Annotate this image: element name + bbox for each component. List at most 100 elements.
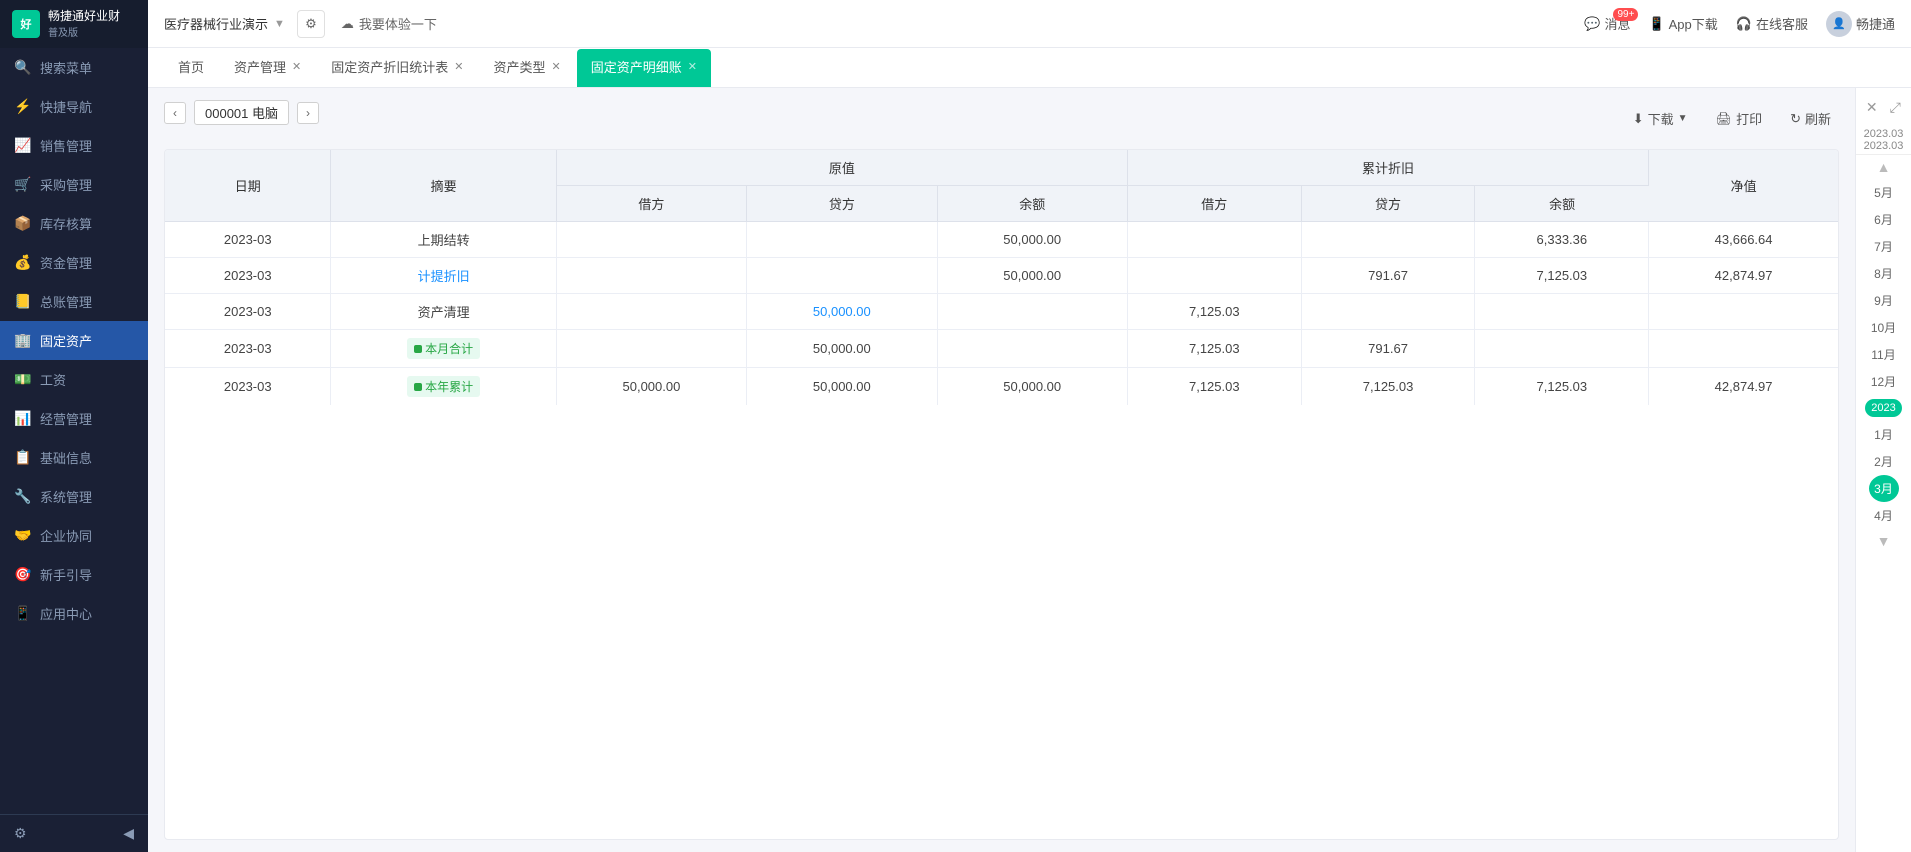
print-icon: 🖨 <box>1716 111 1733 127</box>
company-selector[interactable]: 医疗器械行业演示 ▼ <box>164 14 285 33</box>
cell-summary[interactable]: 计提折旧 <box>331 258 556 294</box>
sidebar-footer: ⚙ ◀ <box>0 814 148 852</box>
cell-acc-balance <box>1475 294 1649 330</box>
cell-orig-debit: 50,000.00 <box>556 368 746 406</box>
close-icon[interactable]: ✕ <box>688 60 697 73</box>
gear-icon: ⚙ <box>305 16 317 32</box>
message-button[interactable]: 💬 消息 99+ <box>1584 14 1630 33</box>
month-5[interactable]: 5月 <box>1856 179 1911 206</box>
sidebar-item-sales[interactable]: 📈 销售管理 <box>0 126 148 165</box>
cell-orig-credit: 50,000.00 <box>747 330 937 368</box>
operations-icon: 📊 <box>14 410 32 427</box>
month-11[interactable]: 11月 <box>1856 341 1911 368</box>
cell-net-value <box>1649 294 1838 330</box>
sidebar-item-system[interactable]: 🔧 系统管理 <box>0 477 148 516</box>
system-icon: 🔧 <box>14 488 32 505</box>
tab-home-label: 首页 <box>178 57 204 76</box>
collapse-icon[interactable]: ◀ <box>123 825 134 842</box>
sidebar-item-operations[interactable]: 📊 经营管理 <box>0 399 148 438</box>
month-10[interactable]: 10月 <box>1856 314 1911 341</box>
month-4[interactable]: 4月 <box>1856 502 1911 529</box>
refresh-button[interactable]: ↻ 刷新 <box>1782 105 1839 132</box>
toolbar: ⬇ 下载 ▼ 🖨 打印 ↻ 刷新 <box>1625 105 1839 132</box>
tab-label: 资产管理 <box>234 57 286 76</box>
month-2[interactable]: 2月 <box>1856 448 1911 475</box>
yearly-total-badge: 本年累计 <box>407 376 480 397</box>
close-icon[interactable]: ✕ <box>454 60 463 73</box>
cell-acc-credit: 7,125.03 <box>1301 368 1475 406</box>
download-button[interactable]: ⬇ 下载 ▼ <box>1625 105 1696 132</box>
cell-net-value <box>1649 330 1838 368</box>
sidebar-item-cooperation[interactable]: 🤝 企业协同 <box>0 516 148 555</box>
down-arrow-button[interactable]: ▼ <box>1877 529 1891 553</box>
payroll-icon: 💵 <box>14 371 32 388</box>
cell-acc-balance <box>1475 330 1649 368</box>
tab-label: 固定资产明细账 <box>591 57 682 76</box>
prev-asset-button[interactable]: ‹ <box>164 102 186 124</box>
month-1[interactable]: 1月 <box>1856 421 1911 448</box>
th-orig-balance: 余额 <box>937 186 1127 222</box>
sidebar-search-label: 搜索菜单 <box>40 58 92 77</box>
service-button[interactable]: 🎧 在线客服 <box>1736 14 1808 33</box>
sidebar-item-basic-info[interactable]: 📋 基础信息 <box>0 438 148 477</box>
sidebar-item-app-center[interactable]: 📱 应用中心 <box>0 594 148 633</box>
chevron-down-icon: ▼ <box>274 18 285 30</box>
tab-asset-detail[interactable]: 固定资产明细账 ✕ <box>577 49 711 87</box>
cell-date: 2023-03 <box>165 368 331 406</box>
close-icon[interactable]: ✕ <box>552 60 561 73</box>
tab-asset-type[interactable]: 资产类型 ✕ <box>479 49 574 87</box>
print-button[interactable]: 🖨 打印 <box>1708 105 1771 132</box>
sidebar-item-guide[interactable]: 🎯 新手引导 <box>0 555 148 594</box>
cell-orig-debit <box>556 258 746 294</box>
close-icon[interactable]: ✕ <box>292 60 301 73</box>
headset-icon: 🎧 <box>1736 16 1752 32</box>
date-label: 2023.03 <box>1860 128 1907 140</box>
next-asset-button[interactable]: › <box>297 102 319 124</box>
month-7[interactable]: 7月 <box>1856 233 1911 260</box>
cell-acc-debit: 7,125.03 <box>1127 368 1301 406</box>
settings-button[interactable]: ⚙ <box>297 10 325 38</box>
sidebar-item-purchase[interactable]: 🛒 采购管理 <box>0 165 148 204</box>
app-center-icon: 📱 <box>14 605 32 622</box>
tab-home[interactable]: 首页 <box>164 49 218 87</box>
mobile-icon: 📱 <box>1648 16 1664 32</box>
sidebar-item-ledger[interactable]: 📒 总账管理 <box>0 282 148 321</box>
service-label: 在线客服 <box>1756 14 1808 33</box>
month-3-active[interactable]: 3月 <box>1869 475 1899 502</box>
sidebar-item-fixed-assets[interactable]: 🏢 固定资产 <box>0 321 148 360</box>
cell-date: 2023-03 <box>165 330 331 368</box>
panel-close-icon[interactable]: ✕ <box>1862 96 1882 118</box>
th-orig-debit: 借方 <box>556 186 746 222</box>
tab-label: 资产类型 <box>493 57 545 76</box>
month-6[interactable]: 6月 <box>1856 206 1911 233</box>
cell-summary: 上期结转 <box>331 222 556 258</box>
th-acc-balance: 余额 <box>1475 186 1649 222</box>
panel-expand-icon[interactable]: ⤢ <box>1886 96 1906 118</box>
sidebar-item-search[interactable]: 🔍 搜索菜单 <box>0 48 148 87</box>
sidebar-item-label: 系统管理 <box>40 487 92 506</box>
tab-depreciation-stat[interactable]: 固定资产折旧统计表 ✕ <box>317 49 477 87</box>
up-arrow-button[interactable]: ▲ <box>1877 155 1891 179</box>
month-12[interactable]: 12月 <box>1856 368 1911 395</box>
tab-asset-mgmt[interactable]: 资产管理 ✕ <box>220 49 315 87</box>
sidebar-item-label: 快捷导航 <box>40 97 92 116</box>
experience-button[interactable]: ☁ 我要体验一下 <box>341 14 437 33</box>
sidebar-item-quick-nav[interactable]: ⚡ 快捷导航 <box>0 87 148 126</box>
refresh-icon: ↻ <box>1790 111 1801 127</box>
th-acc-credit: 贷方 <box>1301 186 1475 222</box>
sidebar-title: 畅捷通好业财 <box>48 9 120 25</box>
user-button[interactable]: 👤 畅捷通 <box>1826 11 1895 37</box>
print-label: 打印 <box>1736 109 1762 128</box>
sidebar-item-label: 固定资产 <box>40 331 92 350</box>
year-badge-2023[interactable]: 2023 <box>1865 399 1901 417</box>
sidebar-item-payroll[interactable]: 💵 工资 <box>0 360 148 399</box>
month-9[interactable]: 9月 <box>1856 287 1911 314</box>
cell-orig-credit: 50,000.00 <box>747 294 937 330</box>
cell-orig-credit <box>747 222 937 258</box>
settings-footer-icon[interactable]: ⚙ <box>14 825 27 842</box>
month-8[interactable]: 8月 <box>1856 260 1911 287</box>
sidebar-item-inventory[interactable]: 📦 库存核算 <box>0 204 148 243</box>
sidebar-item-capital[interactable]: 💰 资金管理 <box>0 243 148 282</box>
app-download-button[interactable]: 📱 App下载 <box>1648 14 1717 33</box>
cell-acc-credit: 791.67 <box>1301 330 1475 368</box>
